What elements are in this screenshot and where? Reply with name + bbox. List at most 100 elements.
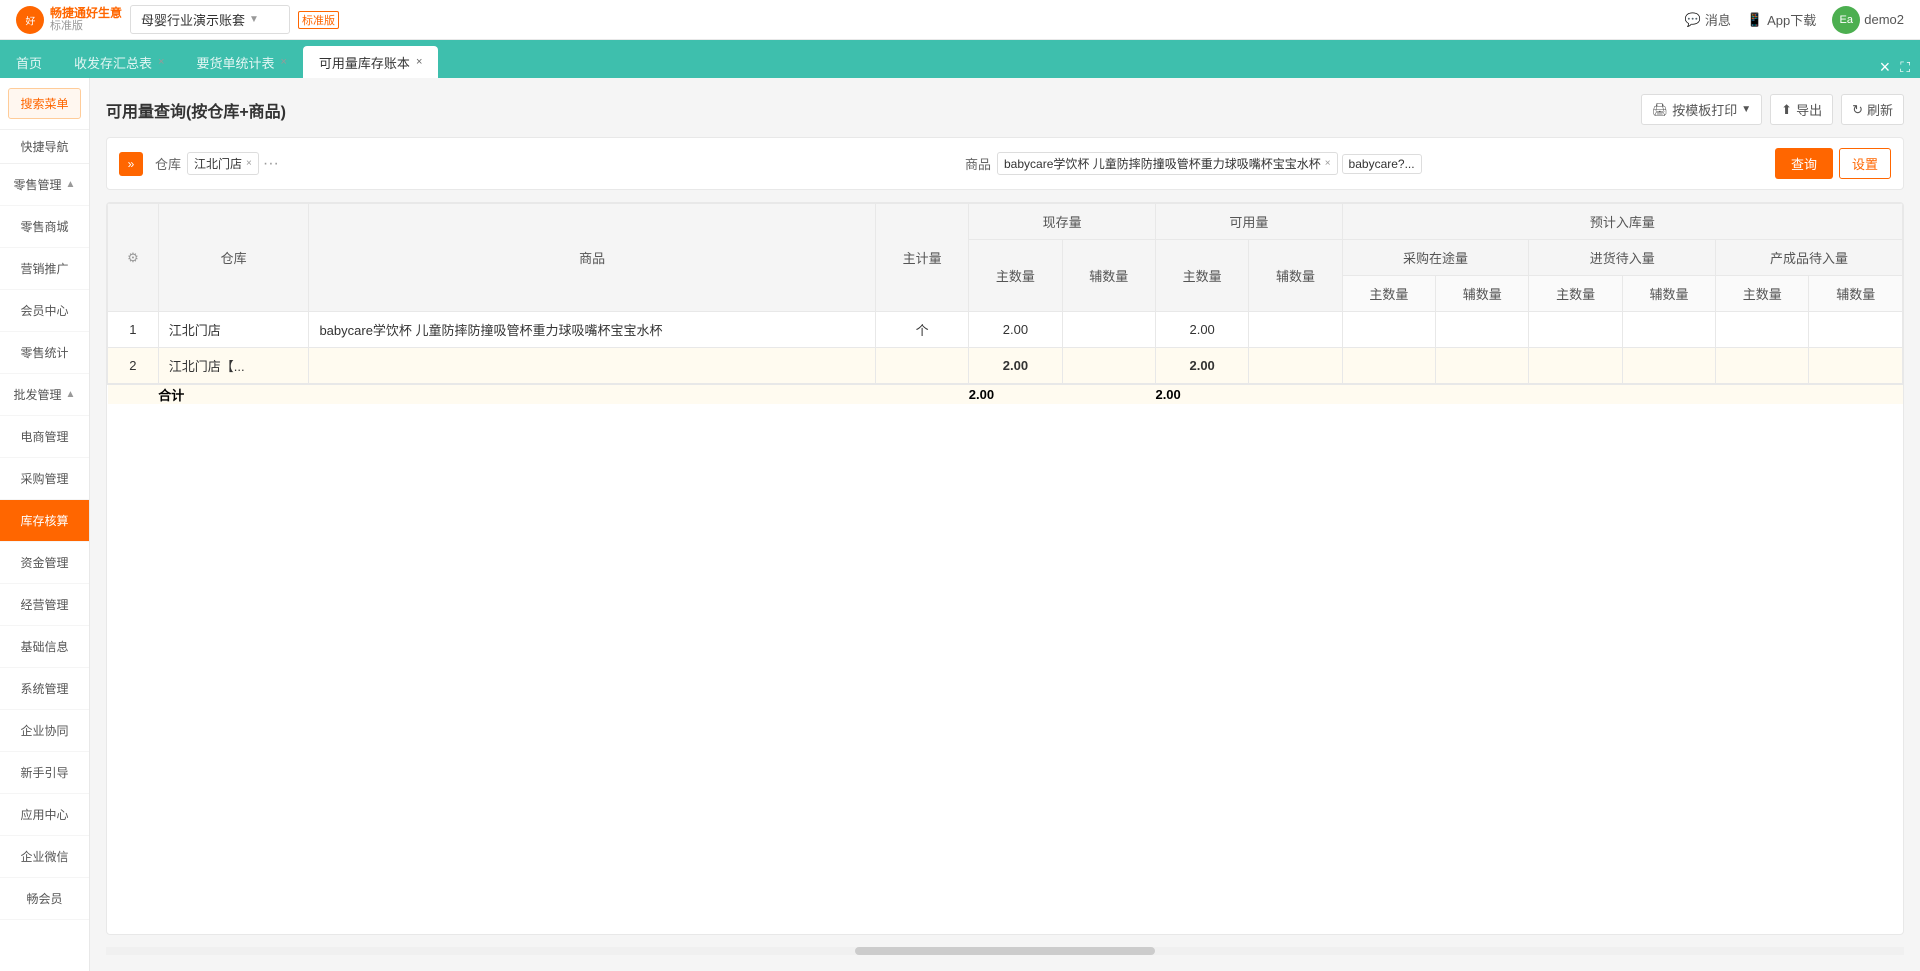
- row-1-purchase-aux: [1436, 312, 1529, 348]
- footer-available-main: 2.00: [1155, 384, 1248, 404]
- warehouse-more-icon[interactable]: ···: [263, 155, 279, 173]
- sidebar-item-operations[interactable]: 经营管理: [0, 584, 89, 626]
- sidebar-item-sys-mgmt[interactable]: 系统管理: [0, 668, 89, 710]
- user-profile[interactable]: Ea demo2: [1832, 6, 1904, 34]
- sidebar-item-ecommerce-label: 电商管理: [20, 428, 68, 445]
- row-2-production-main: [1716, 348, 1809, 385]
- sidebar-item-enterprise[interactable]: 企业协同: [0, 710, 89, 752]
- footer-incoming-aux: [1622, 384, 1715, 404]
- row-2-current-aux: [1062, 348, 1155, 385]
- sidebar-item-inventory[interactable]: 库存核算: [0, 500, 89, 542]
- sidebar-item-retail-mgmt[interactable]: 零售管理 ▲: [0, 164, 89, 206]
- goods-tag1-close[interactable]: ×: [1325, 158, 1331, 169]
- production-main-header: 主数量: [1716, 276, 1809, 312]
- logo-icon: 好: [16, 6, 44, 34]
- sidebar-item-retail-stats[interactable]: 零售统计: [0, 332, 89, 374]
- wholesale-arrow-icon: ▲: [66, 389, 76, 400]
- sidebar-item-member2-label: 畅会员: [26, 890, 62, 907]
- table-row: 2 江北门店【... 2.00 2.00: [108, 348, 1903, 385]
- sidebar-item-wholesale-label: 批发管理: [14, 386, 62, 403]
- sidebar-item-member2[interactable]: 畅会员: [0, 878, 89, 920]
- close-all-tabs-icon[interactable]: ×: [1880, 57, 1891, 78]
- table-footer: 合计 2.00 2.00: [108, 384, 1903, 404]
- table-row: 1 江北门店 babycare学饮杯 儿童防摔防撞吸管杯重力球吸嘴杯宝宝水杯 个…: [108, 312, 1903, 348]
- sidebar-item-wholesale[interactable]: 批发管理 ▲: [0, 374, 89, 416]
- sidebar-item-purchase-label: 采购管理: [20, 470, 68, 487]
- export-icon: ⬆: [1781, 102, 1792, 118]
- sidebar-item-finance[interactable]: 资金管理: [0, 542, 89, 584]
- sidebar-item-inventory-label: 库存核算: [20, 512, 68, 529]
- print-icon: 🖨: [1652, 102, 1669, 118]
- export-button[interactable]: ⬆ 导出: [1770, 94, 1833, 125]
- tab-income[interactable]: 收发存汇总表 ×: [58, 46, 180, 78]
- tab-home[interactable]: 首页: [0, 46, 58, 78]
- tab-income-label: 收发存汇总表: [74, 53, 152, 72]
- scroll-track: [106, 947, 1904, 955]
- message-icon: 💬: [1685, 12, 1701, 28]
- row-2-production-aux: [1809, 348, 1903, 385]
- row-2-warehouse: 江北门店【...: [158, 348, 309, 385]
- avatar: Ea: [1832, 6, 1860, 34]
- row-1-production-main: [1716, 312, 1809, 348]
- setting-button[interactable]: 设置: [1839, 148, 1891, 179]
- row-2-purchase-aux: [1436, 348, 1529, 385]
- query-button[interactable]: 查询: [1775, 148, 1833, 179]
- page-actions: 🖨 按模板打印 ▼ ⬆ 导出 ↻ 刷新: [1641, 94, 1904, 125]
- sidebar-item-purchase[interactable]: 采购管理: [0, 458, 89, 500]
- expand-arrow-icon: ▲: [66, 179, 76, 190]
- row-2-no: 2: [108, 348, 159, 385]
- sidebar-item-member[interactable]: 会员中心: [0, 290, 89, 332]
- tab-order[interactable]: 要货单统计表 ×: [180, 46, 302, 78]
- scroll-thumb[interactable]: [855, 947, 1155, 955]
- row-1-unit: 个: [875, 312, 968, 348]
- row-1-current-aux: [1062, 312, 1155, 348]
- inventory-table: ⚙ 仓库 商品 主计量 现存量 可用量 预计入库量 主数量 辅数量 主数量 辅数…: [107, 203, 1903, 404]
- warehouse-tag-close[interactable]: ×: [246, 158, 252, 169]
- sidebar-item-app-center[interactable]: 应用中心: [0, 794, 89, 836]
- table-body: 1 江北门店 babycare学饮杯 儿童防摔防撞吸管杯重力球吸嘴杯宝宝水杯 个…: [108, 312, 1903, 385]
- expand-icon[interactable]: ⛶: [1900, 59, 1910, 76]
- sidebar-item-ecommerce[interactable]: 电商管理: [0, 416, 89, 458]
- standard-tag: 标准版: [298, 11, 339, 29]
- footer-production-aux: [1809, 384, 1903, 404]
- app-download-button[interactable]: 📱 App下载: [1747, 10, 1816, 29]
- message-button[interactable]: 💬 消息: [1685, 10, 1731, 29]
- sidebar-item-sys-mgmt-label: 系统管理: [20, 680, 68, 697]
- sidebar-item-marketing[interactable]: 营销推广: [0, 248, 89, 290]
- current-group-header: 现存量: [969, 204, 1156, 240]
- sidebar-item-retail-mall[interactable]: 零售商城: [0, 206, 89, 248]
- sidebar-item-finance-label: 资金管理: [20, 554, 68, 571]
- row-1-incoming-aux: [1622, 312, 1715, 348]
- tab-order-close[interactable]: ×: [280, 56, 286, 68]
- sidebar-item-app-center-label: 应用中心: [20, 806, 68, 823]
- row-2-incoming-main: [1529, 348, 1622, 385]
- row-2-incoming-aux: [1622, 348, 1715, 385]
- store-selector[interactable]: 母婴行业演示账套 ▼: [130, 5, 290, 34]
- sidebar: 搜索菜单 快捷导航 零售管理 ▲ 零售商城 营销推广 会员中心 零售统计 批发管…: [0, 78, 90, 971]
- summary-row: 合计 2.00 2.00: [108, 384, 1903, 404]
- app-title: 畅捷通好生意: [50, 6, 122, 20]
- row-2-unit: [875, 348, 968, 385]
- footer-current-aux: [1062, 384, 1155, 404]
- tab-income-close[interactable]: ×: [158, 56, 164, 68]
- refresh-button[interactable]: ↻ 刷新: [1841, 94, 1904, 125]
- tab-available[interactable]: 可用量库存账本 ×: [303, 46, 438, 78]
- purchase-main-header: 主数量: [1342, 276, 1435, 312]
- goods-filter-group: 商品 babycare学饮杯 儿童防摔防撞吸管杯重力球吸嘴杯宝宝水杯 × bab…: [965, 152, 1763, 175]
- tab-available-close[interactable]: ×: [416, 56, 422, 68]
- sidebar-item-basic-info[interactable]: 基础信息: [0, 626, 89, 668]
- sidebar-item-newbie[interactable]: 新手引导: [0, 752, 89, 794]
- quick-nav-button[interactable]: 快捷导航: [0, 130, 89, 164]
- search-menu-button[interactable]: 搜索菜单: [8, 88, 81, 119]
- filter-toggle-button[interactable]: »: [119, 152, 143, 176]
- tab-home-label: 首页: [16, 53, 42, 72]
- footer-empty-1: [108, 384, 159, 404]
- main-layout: 搜索菜单 快捷导航 零售管理 ▲ 零售商城 营销推广 会员中心 零售统计 批发管…: [0, 78, 1920, 971]
- available-aux-header: 辅数量: [1249, 240, 1342, 312]
- table-settings-icon[interactable]: ⚙: [127, 250, 139, 265]
- print-button[interactable]: 🖨 按模板打印 ▼: [1641, 94, 1762, 125]
- row-2-current-main: 2.00: [969, 348, 1062, 385]
- sidebar-item-enterprise-wechat[interactable]: 企业微信: [0, 836, 89, 878]
- filter-area: » 仓库 江北门店 × ··· 商品 babycare学饮杯 儿童防摔防撞吸管杯…: [106, 137, 1904, 190]
- user-name: demo2: [1864, 12, 1904, 27]
